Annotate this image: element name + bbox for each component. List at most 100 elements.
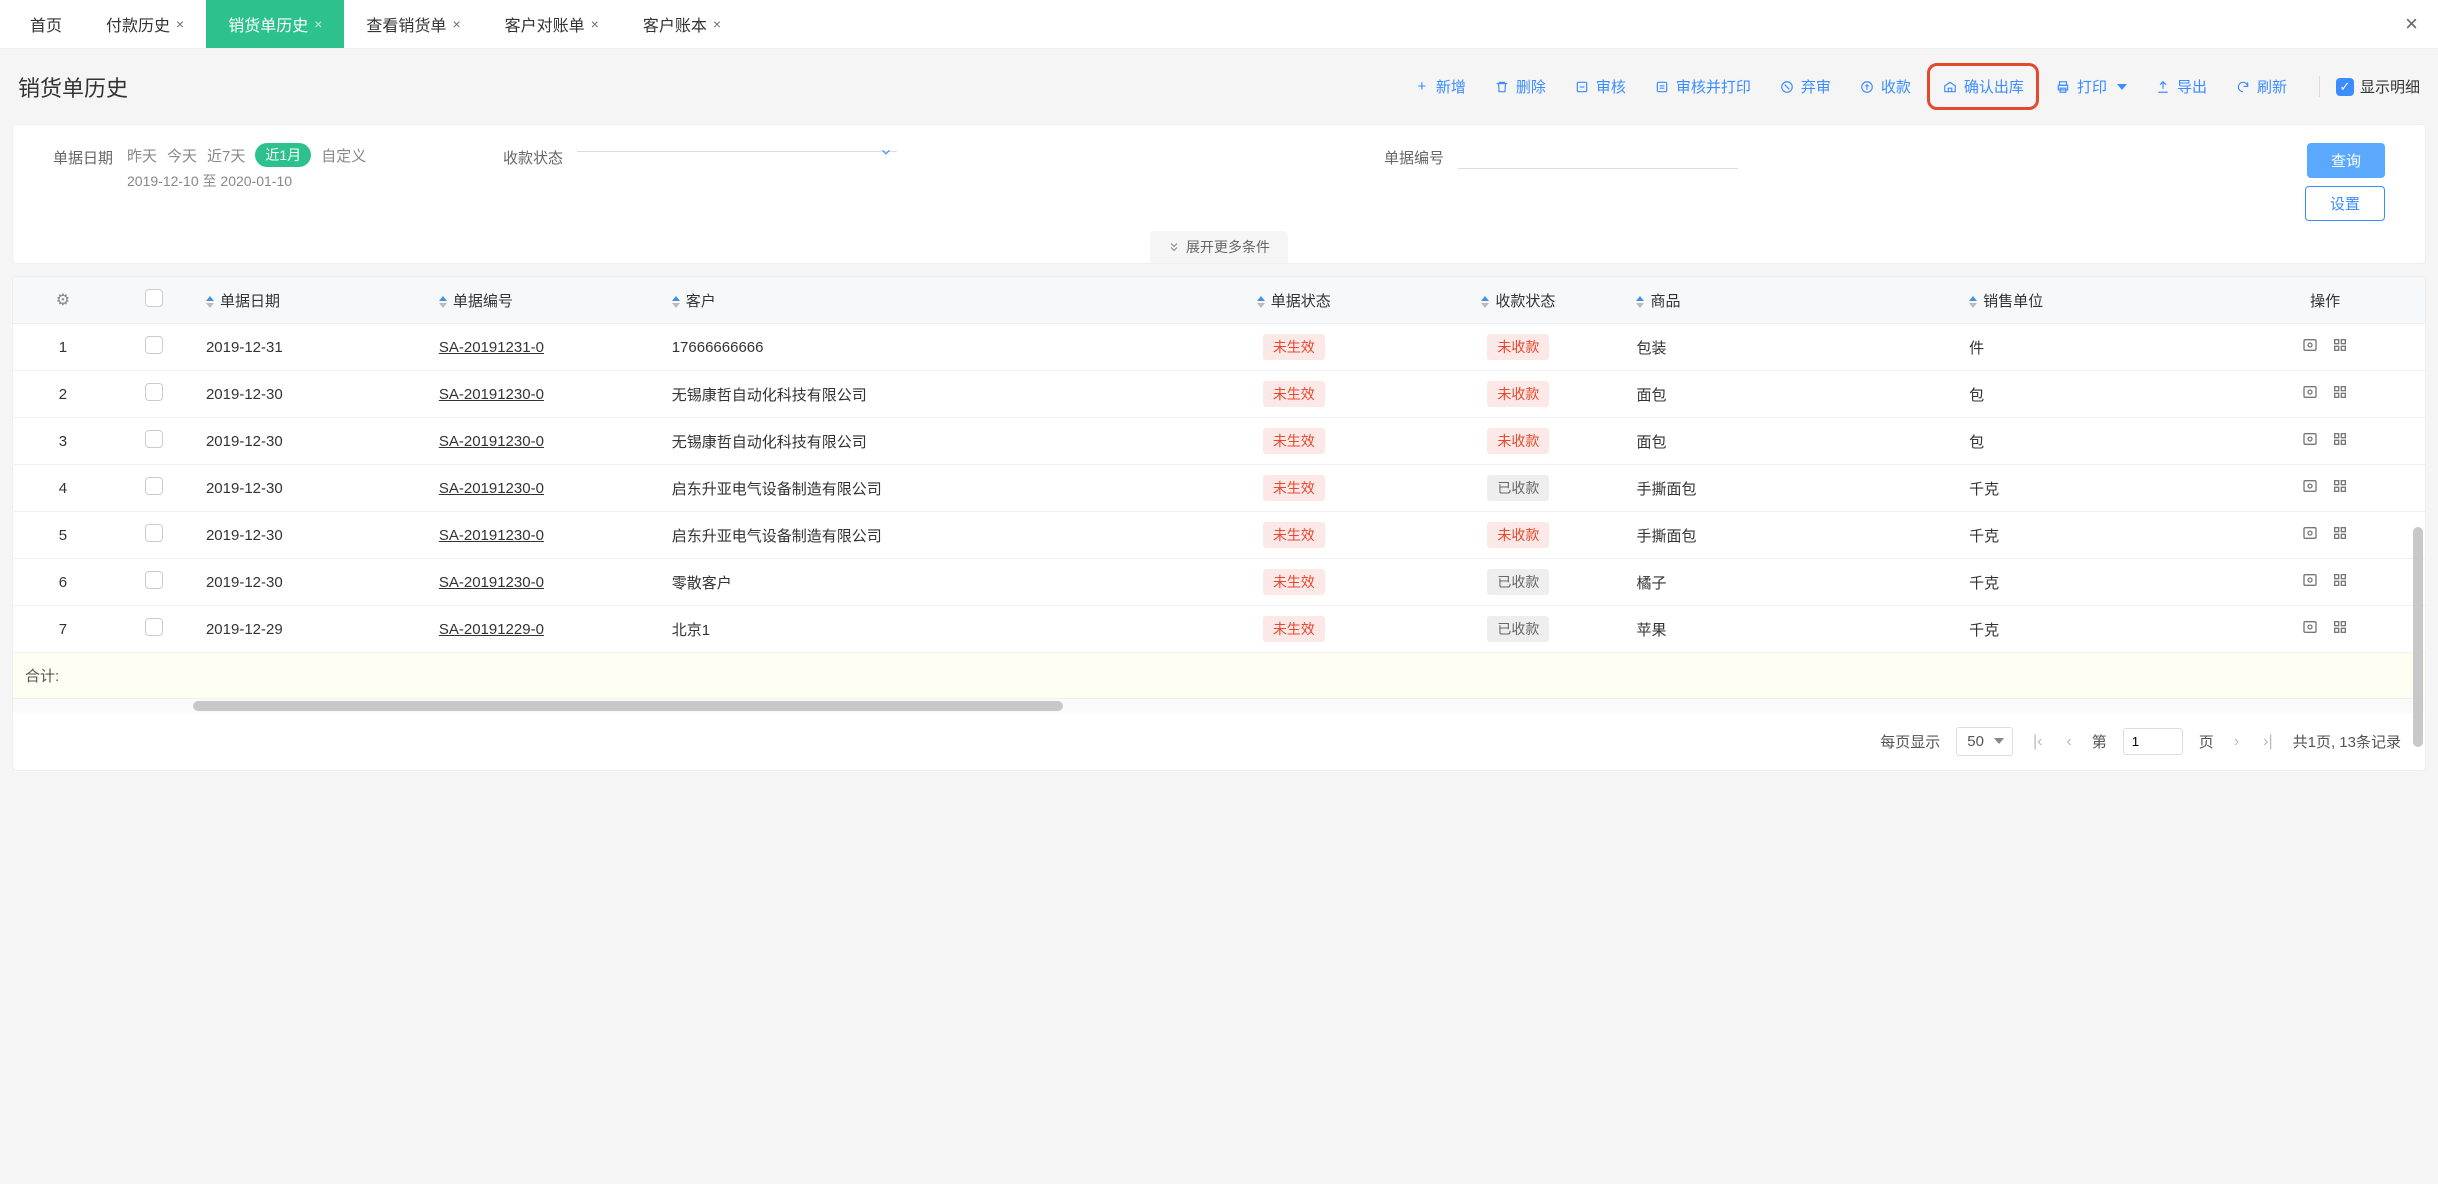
view-icon[interactable]: [2302, 384, 2318, 404]
col-product[interactable]: 商品: [1626, 277, 1959, 324]
cell-product: 手撕面包: [1626, 465, 1959, 512]
pay-status-select[interactable]: [577, 143, 897, 152]
more-icon[interactable]: [2332, 337, 2348, 357]
table-row: 32019-12-30SA-20191230-0无锡康哲自动化科技有限公司未生效…: [13, 418, 2425, 465]
view-icon[interactable]: [2302, 619, 2318, 639]
confirm-outbound-button[interactable]: 确认出库: [1927, 63, 2039, 110]
filter-label: 收款状态: [503, 143, 563, 168]
refresh-button[interactable]: 刷新: [2223, 70, 2299, 103]
col-doc-status[interactable]: 单据状态: [1177, 277, 1410, 324]
collect-button[interactable]: 收款: [1847, 70, 1923, 103]
row-checkbox[interactable]: [145, 336, 163, 354]
doc-link[interactable]: SA-20191229-0: [439, 621, 544, 638]
add-button[interactable]: +新增: [1402, 70, 1478, 103]
tab-customer-ledger[interactable]: 客户账本 ×: [621, 0, 743, 48]
cell-product: 面包: [1626, 418, 1959, 465]
preset-1m[interactable]: 近1月: [255, 143, 311, 167]
cell-product: 手撕面包: [1626, 512, 1959, 559]
delete-button[interactable]: 删除: [1482, 70, 1558, 103]
sort-icon: [1969, 296, 1977, 308]
doc-link[interactable]: SA-20191230-0: [439, 386, 544, 403]
close-icon[interactable]: ×: [314, 16, 322, 32]
more-icon[interactable]: [2332, 572, 2348, 592]
per-page-label: 每页显示: [1880, 731, 1940, 752]
cell-date: 2019-12-29: [196, 606, 429, 653]
tab-payment-history[interactable]: 付款历史×: [84, 0, 206, 48]
expand-filters-button[interactable]: 展开更多条件: [1150, 231, 1288, 263]
col-cust[interactable]: 客户: [662, 277, 1178, 324]
close-icon[interactable]: ×: [176, 16, 184, 32]
more-icon[interactable]: [2332, 384, 2348, 404]
tab-label: 客户账本: [643, 12, 707, 36]
print-button[interactable]: 打印: [2043, 70, 2139, 103]
trash-icon: [1494, 79, 1510, 95]
view-icon[interactable]: [2302, 478, 2318, 498]
export-button[interactable]: 导出: [2143, 70, 2219, 103]
first-page-button[interactable]: |‹: [2029, 733, 2046, 751]
col-pay-status[interactable]: 收款状态: [1410, 277, 1626, 324]
tab-view-sales[interactable]: 查看销货单×: [344, 0, 482, 48]
row-checkbox[interactable]: [145, 477, 163, 495]
tab-home[interactable]: 首页: [8, 0, 84, 48]
close-icon[interactable]: ×: [452, 16, 460, 32]
row-checkbox[interactable]: [145, 524, 163, 542]
last-page-button[interactable]: ›|: [2259, 733, 2276, 751]
stamp-print-icon: [1654, 79, 1670, 95]
filter-date: 单据日期 昨天 今天 近7天 近1月 自定义 2019-12-10 至 2020…: [53, 143, 473, 191]
view-icon[interactable]: [2302, 572, 2318, 592]
horizontal-scrollbar[interactable]: [13, 699, 2425, 713]
col-no[interactable]: 单据编号: [429, 277, 662, 324]
close-all-tabs-icon[interactable]: ×: [2397, 7, 2426, 41]
more-icon[interactable]: [2332, 431, 2348, 451]
doc-link[interactable]: SA-20191230-0: [439, 480, 544, 497]
more-icon[interactable]: [2332, 525, 2348, 545]
select-all-checkbox[interactable]: [145, 289, 163, 307]
col-unit[interactable]: 销售单位: [1959, 277, 2225, 324]
prev-page-button[interactable]: ‹: [2062, 733, 2075, 751]
filter-doc-no: 单据编号: [1384, 143, 2235, 169]
settings-button[interactable]: 设置: [2305, 186, 2385, 221]
per-page-select[interactable]: 50: [1956, 727, 2013, 756]
next-page-button[interactable]: ›: [2230, 733, 2243, 751]
audit-button[interactable]: 审核: [1562, 70, 1638, 103]
doc-link[interactable]: SA-20191230-0: [439, 433, 544, 450]
preset-today[interactable]: 今天: [167, 145, 197, 166]
preset-yesterday[interactable]: 昨天: [127, 145, 157, 166]
doc-link[interactable]: SA-20191231-0: [439, 339, 544, 356]
toolbar: +新增 删除 审核 审核并打印 弃审 收款 确认出库 打印 导出 刷新 ✓ 显示…: [1402, 63, 2420, 110]
tab-sales-history[interactable]: 销货单历史×: [206, 0, 344, 48]
more-icon[interactable]: [2332, 478, 2348, 498]
col-date[interactable]: 单据日期: [196, 277, 429, 324]
row-checkbox[interactable]: [145, 430, 163, 448]
plus-icon: +: [1414, 79, 1430, 95]
doc-status-badge: 未生效: [1263, 616, 1325, 642]
vertical-scrollbar[interactable]: [2413, 527, 2423, 747]
close-icon[interactable]: ×: [713, 16, 721, 32]
row-checkbox[interactable]: [145, 571, 163, 589]
row-checkbox[interactable]: [145, 618, 163, 636]
more-icon[interactable]: [2332, 619, 2348, 639]
view-icon[interactable]: [2302, 525, 2318, 545]
gear-icon[interactable]: ⚙: [56, 292, 70, 309]
preset-custom[interactable]: 自定义: [321, 145, 366, 166]
view-icon[interactable]: [2302, 337, 2318, 357]
show-detail-toggle[interactable]: ✓ 显示明细: [2319, 76, 2420, 97]
sort-icon: [206, 296, 214, 308]
sort-icon: [439, 296, 447, 308]
preset-7d[interactable]: 近7天: [207, 145, 245, 166]
doc-link[interactable]: SA-20191230-0: [439, 574, 544, 591]
row-index: 1: [13, 324, 113, 371]
filter-panel: 单据日期 昨天 今天 近7天 近1月 自定义 2019-12-10 至 2020…: [12, 124, 2426, 264]
view-icon[interactable]: [2302, 431, 2318, 451]
page-input[interactable]: [2123, 728, 2183, 755]
tab-customer-statement[interactable]: 客户对账单×: [483, 0, 621, 48]
audit-print-button[interactable]: 审核并打印: [1642, 70, 1763, 103]
cell-unit: 千克: [1959, 559, 2225, 606]
close-icon[interactable]: ×: [591, 16, 599, 32]
pay-status-badge: 未收款: [1487, 522, 1549, 548]
row-checkbox[interactable]: [145, 383, 163, 401]
doc-link[interactable]: SA-20191230-0: [439, 527, 544, 544]
query-button[interactable]: 查询: [2307, 143, 2385, 178]
unaudit-button[interactable]: 弃审: [1767, 70, 1843, 103]
doc-no-input[interactable]: [1458, 143, 1738, 169]
